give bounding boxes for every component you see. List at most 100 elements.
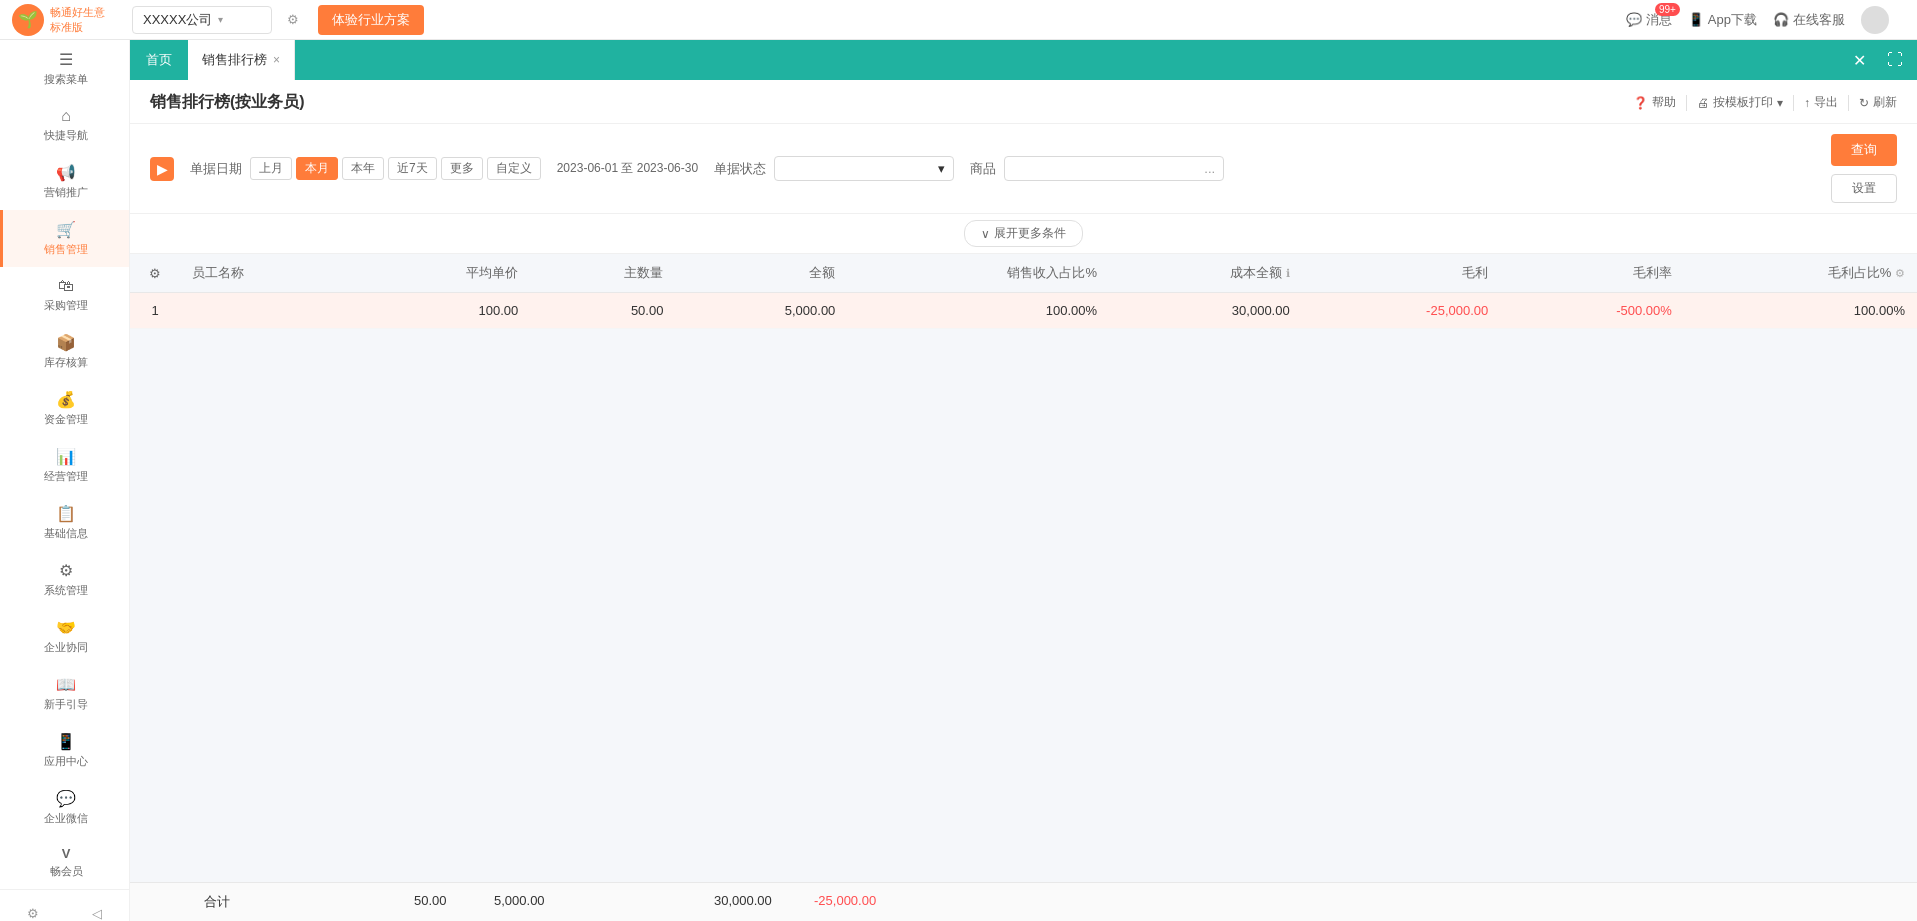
cell-rank: 1 <box>130 293 180 329</box>
cell-cost: 30,000.00 <box>1109 293 1302 329</box>
sidebar-item-membership[interactable]: V 畅会员 <box>0 836 129 889</box>
online-service-button[interactable]: 🎧 在线客服 <box>1773 11 1845 29</box>
print-button[interactable]: 🖨 按模板打印 ▾ <box>1697 94 1783 111</box>
sidebar-collapse-button[interactable]: ◁ <box>84 898 110 921</box>
date-btn-7days[interactable]: 近7天 <box>388 157 437 180</box>
status-dropdown-icon: ▾ <box>938 161 945 176</box>
sales-icon: 🛒 <box>56 220 76 239</box>
tab-window-close-icon[interactable]: ✕ <box>1845 46 1873 74</box>
status-filter-group: 单据状态 ▾ <box>714 156 954 181</box>
status-select[interactable]: ▾ <box>774 156 954 181</box>
message-button[interactable]: 💬 消息 99+ <box>1626 11 1672 29</box>
tab-home[interactable]: 首页 <box>130 40 188 80</box>
mobile-icon: 📱 <box>1688 12 1704 27</box>
help-button[interactable]: ❓ 帮助 <box>1633 94 1676 111</box>
trial-button[interactable]: 体验行业方案 <box>318 5 424 35</box>
tab-fullscreen-icon[interactable]: ⛶ <box>1881 46 1909 74</box>
cell-qty: 50.00 <box>530 293 675 329</box>
date-btn-last-month[interactable]: 上月 <box>250 157 292 180</box>
table-area: ⚙ 员工名称 平均单价 主数量 全额 销售收入占比% 成本全额 ℹ 毛利 毛利率… <box>130 254 1917 882</box>
chevron-down-icon: ▾ <box>218 14 223 25</box>
app-logo: 🌱 畅通好生意 标准版 <box>12 4 132 36</box>
expand-conditions-button[interactable]: ∨ 展开更多条件 <box>964 220 1083 247</box>
date-range-display: 2023-06-01 至 2023-06-30 <box>557 160 698 177</box>
date-btn-this-year[interactable]: 本年 <box>342 157 384 180</box>
date-btn-this-month[interactable]: 本月 <box>296 157 338 180</box>
filter-toggle-button[interactable]: ▶ <box>150 157 174 181</box>
col-sales-pct: 销售收入占比% <box>847 254 1109 293</box>
sidebar-item-search[interactable]: ☰ 搜索菜单 <box>0 40 129 97</box>
footer-label: 合计 <box>192 893 312 911</box>
export-button[interactable]: ↑ 导出 <box>1804 94 1838 111</box>
refresh-icon: ↻ <box>1859 96 1869 110</box>
sidebar-item-wechat[interactable]: 💬 企业微信 <box>0 779 129 836</box>
cell-name <box>180 293 355 329</box>
date-btn-more[interactable]: 更多 <box>441 157 483 180</box>
basic-info-icon: 📋 <box>56 504 76 523</box>
help-icon: ❓ <box>1633 96 1648 110</box>
data-table: ⚙ 员工名称 平均单价 主数量 全额 销售收入占比% 成本全额 ℹ 毛利 毛利率… <box>130 254 1917 329</box>
message-icon: 💬 <box>1626 12 1642 27</box>
collab-icon: 🤝 <box>56 618 76 637</box>
sidebar-settings-button[interactable]: ⚙ <box>19 898 47 921</box>
col-cost: 成本全额 ℹ <box>1109 254 1302 293</box>
avatar[interactable] <box>1861 6 1889 34</box>
date-btn-custom[interactable]: 自定义 <box>487 157 541 180</box>
export-icon: ↑ <box>1804 96 1810 110</box>
search-menu-icon: ☰ <box>59 50 73 69</box>
footer-cost: 30,000.00 <box>702 893 802 911</box>
apps-icon: 📱 <box>56 732 76 751</box>
divider3 <box>1848 95 1849 111</box>
cell-gross-rate: -500.00% <box>1500 293 1684 329</box>
date-filter-group: 单据日期 上月 本月 本年 近7天 更多 自定义 <box>190 157 541 180</box>
footer-avg-price <box>312 893 402 911</box>
col-avg-price: 平均单价 <box>355 254 530 293</box>
membership-icon: V <box>62 846 71 861</box>
wechat-icon: 💬 <box>56 789 76 808</box>
table-settings-button[interactable]: 设置 <box>1831 174 1897 203</box>
search-button[interactable]: 查询 <box>1831 134 1897 166</box>
sidebar-item-inventory[interactable]: 📦 库存核算 <box>0 323 129 380</box>
system-icon: ⚙ <box>59 561 73 580</box>
sidebar-item-finance[interactable]: 💰 资金管理 <box>0 380 129 437</box>
sidebar-item-collab[interactable]: 🤝 企业协同 <box>0 608 129 665</box>
message-badge: 99+ <box>1655 3 1680 16</box>
sidebar-item-marketing[interactable]: 📢 营销推广 <box>0 153 129 210</box>
expand-row: ∨ 展开更多条件 <box>130 214 1917 254</box>
col-settings[interactable]: ⚙ <box>130 254 180 293</box>
sidebar-item-system[interactable]: ⚙ 系统管理 <box>0 551 129 608</box>
purchase-icon: 🛍 <box>58 277 74 295</box>
col-gross-pct: 毛利占比% ⚙ <box>1684 254 1917 293</box>
company-name: XXXXX公司 <box>143 11 212 29</box>
col-gross: 毛利 <box>1302 254 1501 293</box>
footer-cells: 合计 50.00 5,000.00 30,000.00 -25,000.00 <box>192 893 1905 911</box>
footer-gross: -25,000.00 <box>802 893 902 911</box>
headset-icon: 🎧 <box>1773 12 1789 27</box>
sidebar-item-basic[interactable]: 📋 基础信息 <box>0 494 129 551</box>
tab-sales-ranking[interactable]: 销售排行榜 × <box>188 40 295 80</box>
date-label: 单据日期 <box>190 160 242 178</box>
cell-gross-pct: 100.00% <box>1684 293 1917 329</box>
col-amount: 全额 <box>675 254 847 293</box>
settings-icon[interactable]: ⚙ <box>278 5 308 35</box>
tab-bar: 首页 销售排行榜 × ✕ ⛶ <box>130 40 1917 80</box>
goods-input[interactable]: ... <box>1004 156 1224 181</box>
app-download-button[interactable]: 📱 App下载 <box>1688 11 1757 29</box>
sidebar-item-quicknav[interactable]: ⌂ 快捷导航 <box>0 97 129 153</box>
sidebar-item-sales[interactable]: 🛒 销售管理 <box>0 210 129 267</box>
company-selector[interactable]: XXXXX公司 ▾ <box>132 6 272 34</box>
refresh-button[interactable]: ↻ 刷新 <box>1859 94 1897 111</box>
marketing-icon: 📢 <box>56 163 76 182</box>
gross-pct-info-icon: ⚙ <box>1895 267 1905 279</box>
sidebar-item-purchase[interactable]: 🛍 采购管理 <box>0 267 129 323</box>
footer-sales-pct <box>582 893 702 911</box>
sidebar-item-apps[interactable]: 📱 应用中心 <box>0 722 129 779</box>
table-footer: 合计 50.00 5,000.00 30,000.00 -25,000.00 <box>130 882 1917 921</box>
header-actions: ❓ 帮助 🖨 按模板打印 ▾ ↑ <box>1633 94 1897 111</box>
tab-close-icon[interactable]: × <box>273 53 280 67</box>
sidebar-item-guide[interactable]: 📖 新手引导 <box>0 665 129 722</box>
divider <box>1686 95 1687 111</box>
sidebar-item-operations[interactable]: 📊 经营管理 <box>0 437 129 494</box>
expand-icon: ∨ <box>981 227 990 241</box>
footer-amount: 5,000.00 <box>482 893 582 911</box>
